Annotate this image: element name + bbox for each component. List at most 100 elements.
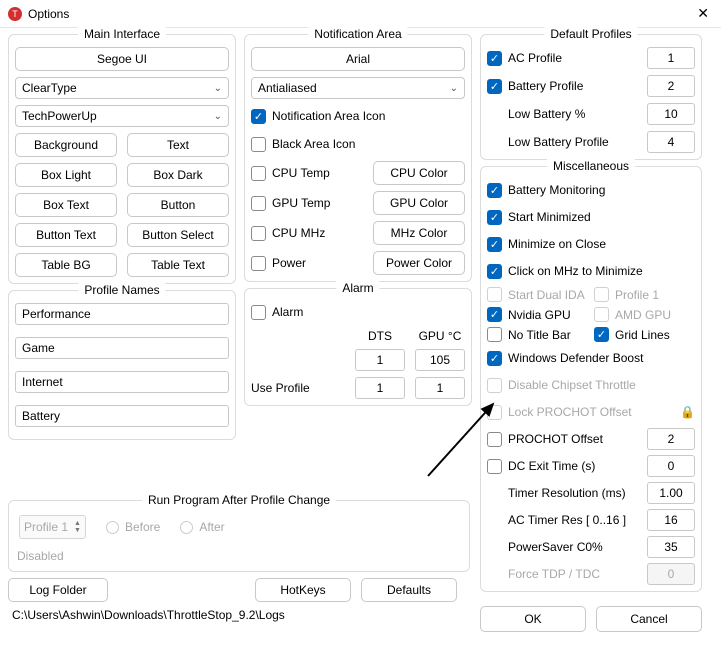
table-text-button[interactable]: Table Text: [127, 253, 229, 277]
dc-exit-time-input[interactable]: 0: [647, 455, 695, 477]
app-icon: T: [8, 7, 22, 21]
prochot-offset-label: PROCHOT Offset: [508, 432, 641, 446]
windows-defender-boost-checkbox[interactable]: [487, 351, 502, 366]
miscellaneous-group: Miscellaneous Battery Monitoring Start M…: [480, 166, 702, 592]
lock-icon: 🔒: [680, 405, 695, 419]
before-radio: [106, 521, 119, 534]
power-label: Power: [272, 256, 306, 270]
ac-timer-res-input[interactable]: 16: [647, 509, 695, 531]
gpu-c-input[interactable]: 105: [415, 349, 465, 371]
low-battery-pct-input[interactable]: 10: [647, 103, 695, 125]
power-checkbox[interactable]: [251, 256, 266, 271]
cpu-color-button[interactable]: CPU Color: [373, 161, 465, 185]
alarm-checkbox[interactable]: [251, 305, 266, 320]
cpu-temp-checkbox[interactable]: [251, 166, 266, 181]
group-title: Miscellaneous: [547, 159, 635, 173]
profile-spinner: Profile 1 ▲▼: [19, 515, 86, 539]
box-dark-button[interactable]: Box Dark: [127, 163, 229, 187]
power-color-button[interactable]: Power Color: [373, 251, 465, 275]
alarm-label: Alarm: [272, 305, 303, 319]
log-path: C:\Users\Ashwin\Downloads\ThrottleStop_9…: [8, 608, 470, 622]
defaults-button[interactable]: Defaults: [361, 578, 457, 602]
use-profile-label: Use Profile: [251, 381, 345, 395]
notification-area-group: Notification Area Arial Antialiased ⌄ No…: [244, 34, 472, 282]
mhz-color-button[interactable]: MHz Color: [373, 221, 465, 245]
ac-profile-input[interactable]: 1: [647, 47, 695, 69]
start-dual-ida-label: Start Dual IDA: [508, 288, 585, 302]
na-render-select[interactable]: Antialiased ⌄: [251, 77, 465, 99]
battery-monitoring-label: Battery Monitoring: [508, 183, 605, 197]
select-value: ClearType: [22, 81, 77, 95]
profile-4-input[interactable]: Battery: [15, 405, 229, 427]
profile-names-group: Profile Names Performance Game Internet …: [8, 290, 236, 440]
no-title-bar-checkbox[interactable]: [487, 327, 502, 342]
ac-profile-checkbox[interactable]: [487, 51, 502, 66]
minimize-on-close-label: Minimize on Close: [508, 237, 606, 251]
dts-header: DTS: [355, 329, 405, 343]
box-text-button[interactable]: Box Text: [15, 193, 117, 217]
dts-input[interactable]: 1: [355, 349, 405, 371]
grid-lines-checkbox[interactable]: [594, 327, 609, 342]
black-icon-checkbox[interactable]: [251, 137, 266, 152]
before-label: Before: [125, 520, 160, 534]
group-title: Alarm: [336, 281, 379, 295]
prochot-offset-checkbox[interactable]: [487, 432, 502, 447]
timer-resolution-input[interactable]: 1.00: [647, 482, 695, 504]
ok-button[interactable]: OK: [480, 606, 586, 632]
gpu-temp-checkbox[interactable]: [251, 196, 266, 211]
use-profile-gpu-input[interactable]: 1: [415, 377, 465, 399]
start-dual-ida-checkbox: [487, 287, 502, 302]
cancel-button[interactable]: Cancel: [596, 606, 702, 632]
gpu-color-button[interactable]: GPU Color: [373, 191, 465, 215]
battery-profile-input[interactable]: 2: [647, 75, 695, 97]
cpu-mhz-label: CPU MHz: [272, 226, 325, 240]
profile-2-input[interactable]: Game: [15, 337, 229, 359]
profile-3-input[interactable]: Internet: [15, 371, 229, 393]
powersaver-c0-label: PowerSaver C0%: [508, 540, 641, 554]
font-button[interactable]: Segoe UI: [15, 47, 229, 71]
chevron-down-icon: ⌄: [450, 83, 458, 94]
ac-timer-res-label: AC Timer Res [ 0..16 ]: [508, 513, 641, 527]
amd-gpu-checkbox: [594, 307, 609, 322]
click-mhz-minimize-checkbox[interactable]: [487, 264, 502, 279]
profile-1-input[interactable]: Performance: [15, 303, 229, 325]
button-select-button[interactable]: Button Select: [127, 223, 229, 247]
click-mhz-minimize-label: Click on MHz to Minimize: [508, 264, 643, 278]
battery-profile-checkbox[interactable]: [487, 79, 502, 94]
use-profile-dts-input[interactable]: 1: [355, 377, 405, 399]
dc-exit-time-checkbox[interactable]: [487, 459, 502, 474]
battery-monitoring-checkbox[interactable]: [487, 183, 502, 198]
log-folder-button[interactable]: Log Folder: [8, 578, 108, 602]
prochot-offset-input[interactable]: 2: [647, 428, 695, 450]
nvidia-gpu-label: Nvidia GPU: [508, 308, 571, 322]
hotkeys-button[interactable]: HotKeys: [255, 578, 351, 602]
ac-profile-label: AC Profile: [508, 51, 641, 65]
cpu-mhz-checkbox[interactable]: [251, 226, 266, 241]
na-icon-checkbox[interactable]: [251, 109, 266, 124]
start-minimized-checkbox[interactable]: [487, 210, 502, 225]
black-icon-label: Black Area Icon: [272, 137, 355, 151]
box-light-button[interactable]: Box Light: [15, 163, 117, 187]
powersaver-c0-input[interactable]: 35: [647, 536, 695, 558]
button-color-button[interactable]: Button: [127, 193, 229, 217]
table-bg-button[interactable]: Table BG: [15, 253, 117, 277]
group-title: Notification Area: [308, 27, 407, 41]
close-icon[interactable]: ✕: [693, 5, 713, 22]
force-tdp-tdc-input: 0: [647, 563, 695, 585]
text-button[interactable]: Text: [127, 133, 229, 157]
theme-select[interactable]: TechPowerUp ⌄: [15, 105, 229, 127]
battery-profile-label: Battery Profile: [508, 79, 641, 93]
lock-prochot-offset-label: Lock PROCHOT Offset: [508, 405, 674, 419]
background-button[interactable]: Background: [15, 133, 117, 157]
button-text-button[interactable]: Button Text: [15, 223, 117, 247]
gpu-c-header: GPU °C: [415, 329, 465, 343]
low-battery-profile-input[interactable]: 4: [647, 131, 695, 153]
nvidia-gpu-checkbox[interactable]: [487, 307, 502, 322]
disable-chipset-throttle-label: Disable Chipset Throttle: [508, 378, 636, 392]
force-tdp-tdc-label: Force TDP / TDC: [508, 567, 641, 581]
minimize-on-close-checkbox[interactable]: [487, 237, 502, 252]
na-font-button[interactable]: Arial: [251, 47, 465, 71]
no-title-bar-label: No Title Bar: [508, 328, 571, 342]
cpu-temp-label: CPU Temp: [272, 166, 330, 180]
render-mode-select[interactable]: ClearType ⌄: [15, 77, 229, 99]
